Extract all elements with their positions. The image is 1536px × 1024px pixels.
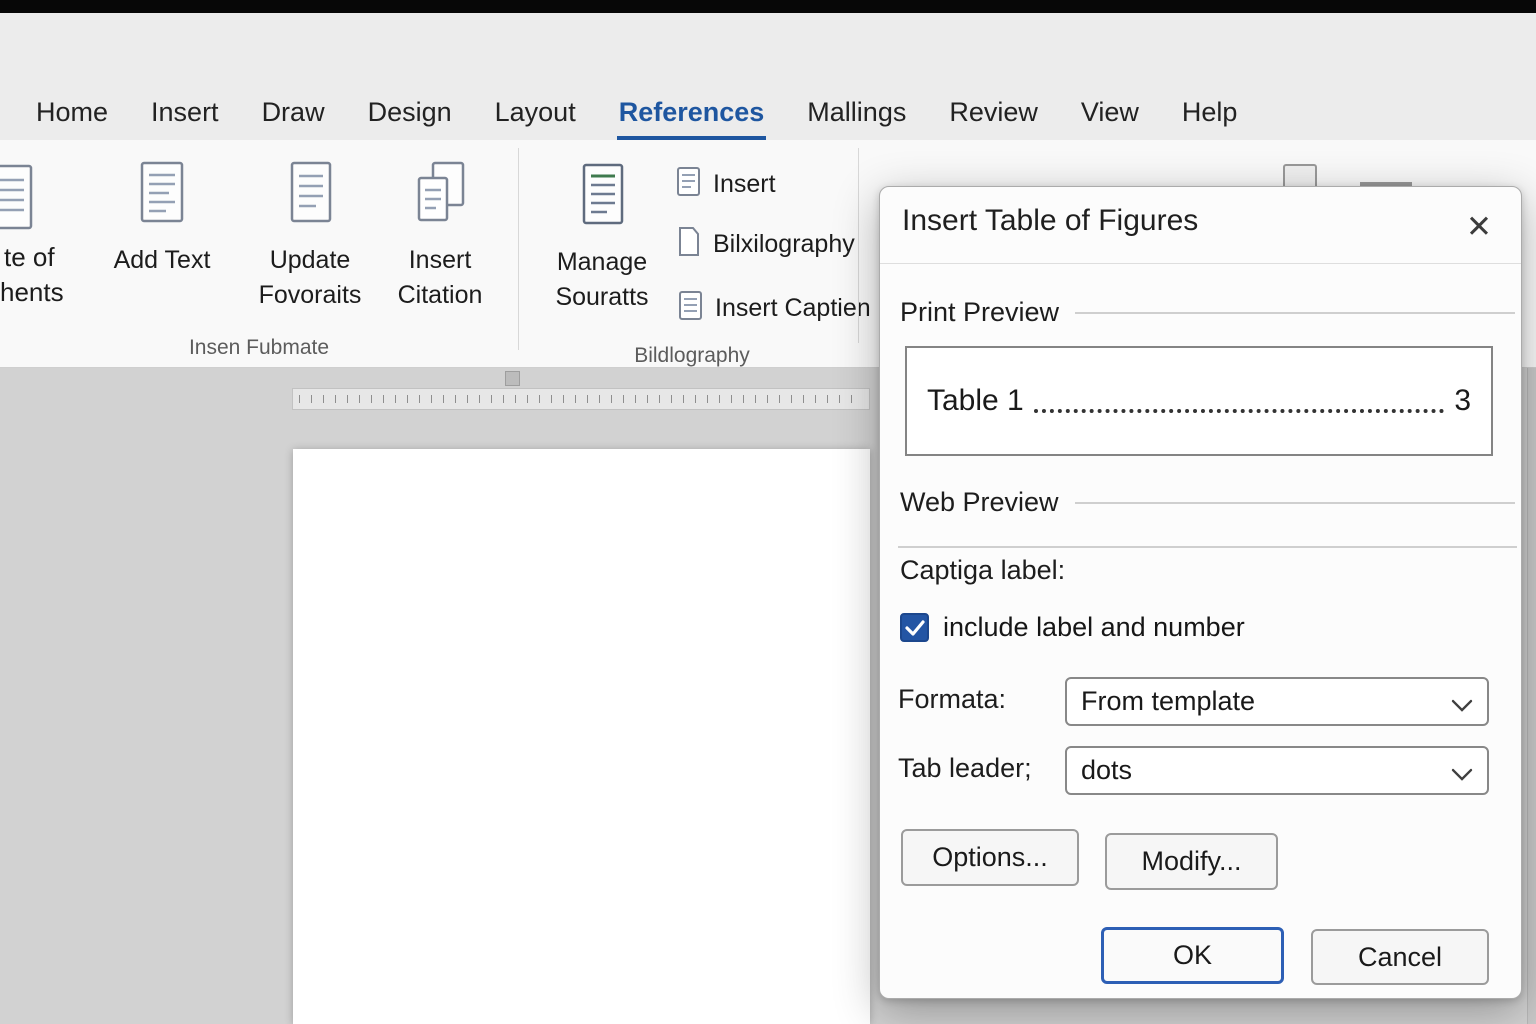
ribbon-group-separator: [858, 148, 859, 343]
insert-citation-label-line1: Insert: [408, 246, 472, 274]
dialog-title: Insert Table of Figures: [902, 204, 1199, 237]
tab-design[interactable]: Design: [368, 97, 452, 128]
group-label-table-of-contents: Insen Fubmate: [188, 336, 330, 359]
add-text-icon: [136, 160, 188, 231]
insert-table-of-figures-dialog: Insert Table of Figures ✕ Print Preview …: [879, 186, 1522, 999]
dialog-title-separator: [880, 263, 1521, 264]
options-button[interactable]: Options...: [901, 829, 1079, 886]
add-text-button[interactable]: Add Text: [104, 160, 220, 278]
web-preview-section: Web Preview: [900, 487, 1515, 518]
update-table-label-line1: Update: [269, 246, 351, 274]
tab-leader-dropdown[interactable]: dots: [1065, 746, 1489, 795]
document-page[interactable]: [293, 449, 870, 1024]
tab-home[interactable]: Home: [36, 97, 108, 128]
close-icon[interactable]: ✕: [1459, 207, 1499, 247]
tab-references[interactable]: References: [616, 97, 766, 140]
bibliography-label: Bilxilography: [713, 229, 855, 258]
tab-review[interactable]: Review: [949, 97, 1038, 128]
print-preview-box: Table 1 3: [905, 346, 1493, 456]
manage-sources-label-line2: Souratts: [555, 283, 649, 311]
tab-layout[interactable]: Layout: [495, 97, 576, 128]
bibliography-button[interactable]: Bilxilography: [676, 225, 855, 263]
insert-caption-button[interactable]: Insert Captien: [678, 290, 871, 326]
vertical-scrollbar[interactable]: [1527, 368, 1536, 1024]
insert-citation-label-line2: Citation: [397, 281, 483, 309]
insert-citation-button[interactable]: Insert Citation: [383, 160, 497, 313]
tab-insert[interactable]: Insert: [151, 97, 219, 128]
ok-button[interactable]: OK: [1101, 927, 1284, 984]
web-preview-label: Web Preview: [900, 487, 1059, 517]
print-preview-rule: [1075, 311, 1515, 314]
chevron-down-icon: [1451, 757, 1473, 788]
update-table-icon: [284, 160, 336, 231]
tab-help[interactable]: Help: [1182, 97, 1238, 128]
chevron-down-icon: [1451, 688, 1473, 719]
tab-view[interactable]: View: [1081, 97, 1139, 128]
cancel-button[interactable]: Cancel: [1311, 929, 1489, 985]
manage-sources-button[interactable]: Manage Souratts: [543, 162, 661, 315]
preview-dot-leader: [1033, 409, 1445, 413]
caption-label-label: Captiga label:: [900, 555, 1066, 585]
tab-leader-label: Tab leader;: [898, 753, 1032, 783]
add-text-label: Add Text: [113, 246, 211, 274]
update-table-button[interactable]: Update Fovoraits: [250, 160, 370, 313]
insert-caption-label: Insert Captien: [715, 293, 871, 322]
manage-sources-icon: [576, 162, 628, 233]
tab-leader-dropdown-value: dots: [1081, 755, 1133, 785]
tab-mailings[interactable]: Mallings: [807, 97, 906, 128]
include-label-checkbox-label: include label and number: [943, 612, 1245, 642]
update-table-label-line2: Fovoraits: [258, 281, 362, 309]
web-preview-bottom-rule: [898, 546, 1517, 548]
modify-button[interactable]: Modify...: [1105, 833, 1278, 890]
table-of-contents-button-line2[interactable]: hents: [0, 277, 64, 308]
preview-entry-page: 3: [1454, 384, 1471, 417]
web-preview-rule: [1074, 501, 1515, 504]
insert-caption-page-icon: [678, 290, 703, 326]
word-window: Home Insert Draw Design Layout Reference…: [0, 0, 1536, 1024]
insert-page-icon: [676, 166, 701, 202]
checkbox-checked-icon[interactable]: [900, 613, 929, 642]
format-dropdown[interactable]: From template: [1065, 677, 1489, 726]
ribbon-group-separator: [518, 148, 519, 350]
tab-draw[interactable]: Draw: [262, 97, 325, 128]
document-icon: [0, 162, 36, 237]
ruler-indent-marker[interactable]: [505, 371, 520, 386]
horizontal-ruler: [292, 388, 870, 410]
include-label-checkbox-row[interactable]: include label and number: [900, 612, 1245, 643]
format-dropdown-value: From template: [1081, 686, 1256, 716]
insert-small-label: Insert: [713, 169, 776, 198]
insert-citation-icon: [411, 160, 469, 231]
ribbon-tab-bar: Home Insert Draw Design Layout Reference…: [0, 13, 1536, 140]
preview-entry-label: Table 1: [927, 384, 1024, 417]
bibliography-page-icon: [676, 225, 701, 263]
group-label-bibliography: Bildlography: [634, 344, 750, 367]
print-preview-label: Print Preview: [900, 297, 1060, 327]
ruler-ticks: [299, 395, 863, 403]
table-of-contents-button[interactable]: te of: [4, 242, 55, 273]
format-label: Formata:: [898, 684, 1007, 714]
insert-small-button[interactable]: Insert: [676, 166, 776, 202]
print-preview-section: Print Preview: [900, 297, 1515, 328]
top-black-bar: [0, 0, 1536, 13]
manage-sources-label-line1: Manage: [556, 248, 648, 276]
